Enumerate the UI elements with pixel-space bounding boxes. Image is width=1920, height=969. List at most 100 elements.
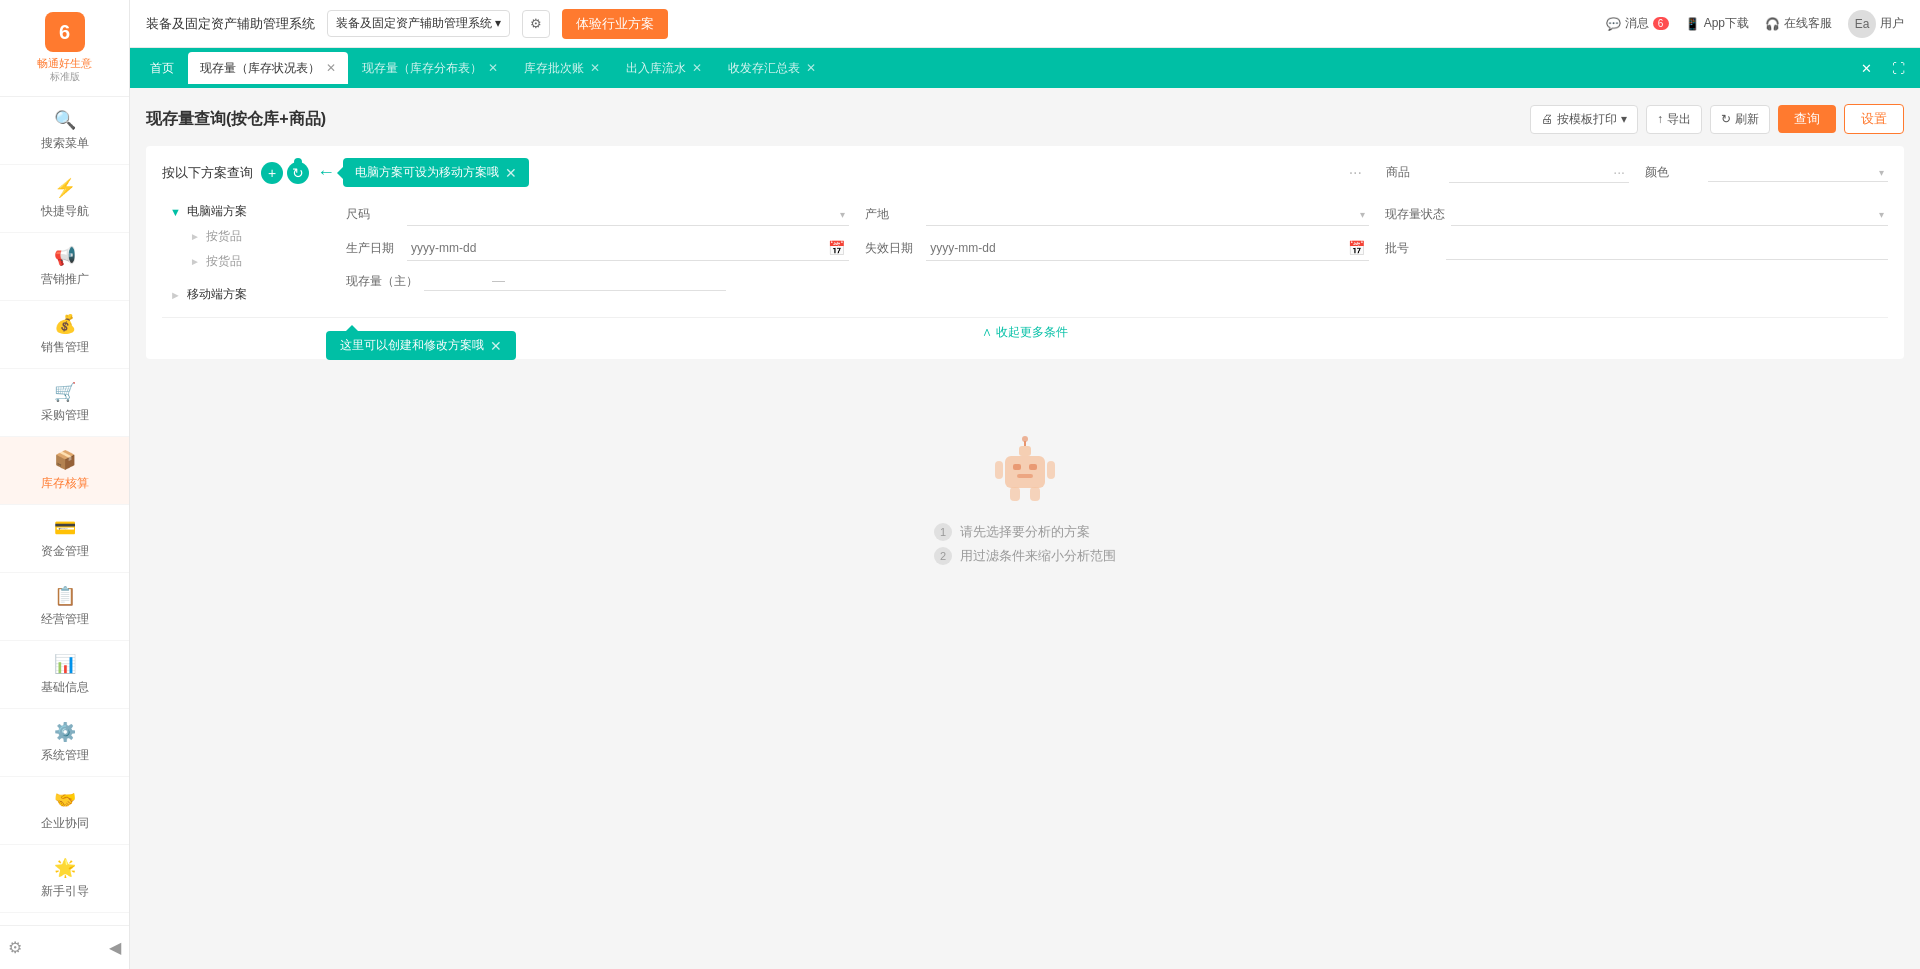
sidebar-item-cooperation[interactable]: 🤝 企业协同: [0, 777, 129, 845]
svg-rect-0: [1005, 456, 1045, 488]
color-input-wrapper: ▾: [1708, 163, 1888, 182]
sidebar-item-system[interactable]: ⚙️ 系统管理: [0, 709, 129, 777]
sidebar-item-sales[interactable]: 💰 销售管理: [0, 301, 129, 369]
dot-indicator: [294, 158, 302, 166]
add-scheme-button[interactable]: +: [261, 162, 283, 184]
tooltip-green-close[interactable]: ✕: [505, 165, 517, 181]
size-arrow-icon: ▾: [840, 209, 845, 220]
logo-icon: 6: [45, 12, 85, 52]
refresh-button[interactable]: ↻ 刷新: [1710, 105, 1770, 134]
tab-bar-right: ✕ ⛶: [1852, 54, 1912, 82]
scheme-desktop[interactable]: ▼ 电脑端方案: [162, 199, 322, 224]
calendar-icon-2[interactable]: 📅: [1348, 240, 1365, 256]
tooltip-green: 电脑方案可设为移动方案哦 ✕: [343, 158, 529, 187]
sidebar-nav: 🔍 搜索菜单 ⚡ 快捷导航 📢 营销推广 💰 销售管理 🛒 采购管理 📦 库存核…: [0, 97, 129, 925]
tab-close-icon[interactable]: ✕: [590, 61, 600, 75]
sidebar-item-label: 新手引导: [41, 883, 89, 900]
sales-icon: 💰: [54, 313, 76, 335]
avatar: Ea: [1848, 10, 1876, 38]
header-right: 💬 消息 6 📱 App下载 🎧 在线客服 Ea 用户: [1606, 10, 1904, 38]
tab-close-icon[interactable]: ✕: [806, 61, 816, 75]
sidebar-item-inventory[interactable]: 📦 库存核算: [0, 437, 129, 505]
origin-input[interactable]: [930, 207, 1359, 221]
collapse-sidebar-icon[interactable]: ◀: [109, 938, 121, 957]
sidebar-item-finance[interactable]: 💳 资金管理: [0, 505, 129, 573]
exp-date-input-wrapper: 📅: [926, 236, 1368, 261]
tab-close-icon[interactable]: ✕: [326, 61, 336, 75]
print-icon: 🖨: [1541, 112, 1553, 126]
tab-close-icon[interactable]: ✕: [488, 61, 498, 75]
app-download-action[interactable]: 📱 App下载: [1685, 15, 1749, 32]
sidebar-item-label: 营销推广: [41, 271, 89, 288]
user-action[interactable]: Ea 用户: [1848, 10, 1904, 38]
sidebar-item-quick[interactable]: ⚡ 快捷导航: [0, 165, 129, 233]
goods-input-wrapper: ···: [1449, 162, 1629, 183]
tab-receipt-summary[interactable]: 收发存汇总表 ✕: [716, 52, 828, 84]
search-label: 按以下方案查询: [162, 164, 253, 182]
online-support-action[interactable]: 🎧 在线客服: [1765, 15, 1832, 32]
goods-input[interactable]: [1453, 165, 1613, 179]
tooltip-teal-close[interactable]: ✕: [490, 338, 502, 354]
system-selector[interactable]: 装备及固定资产辅助管理系统 ▾: [327, 10, 510, 37]
scheme-arrow: ►: [190, 231, 200, 242]
sidebar-item-operations[interactable]: 📋 经营管理: [0, 573, 129, 641]
maximize-button[interactable]: ⛶: [1884, 54, 1912, 82]
scheme-mobile-triangle: ►: [170, 289, 181, 301]
guide-icon: 🌟: [54, 857, 76, 879]
tab-inventory-status[interactable]: 现存量（库存状况表） ✕: [188, 52, 348, 84]
print-template-button[interactable]: 🖨 按模板打印 ▾: [1530, 105, 1638, 134]
settings-icon[interactable]: ⚙: [8, 938, 22, 957]
refresh-scheme-button[interactable]: ↻: [287, 162, 309, 184]
scheme-child-1[interactable]: ► 按货品: [182, 224, 322, 249]
mfg-date-input[interactable]: [411, 241, 828, 255]
tab-in-out-flow[interactable]: 出入库流水 ✕: [614, 52, 714, 84]
sidebar-item-label: 企业协同: [41, 815, 89, 832]
finance-icon: 💳: [54, 517, 76, 539]
experience-button[interactable]: 体验行业方案: [562, 9, 668, 39]
exp-date-input[interactable]: [930, 241, 1347, 255]
stock-status-input[interactable]: [1455, 207, 1879, 221]
stock-qty-min-input[interactable]: [428, 274, 488, 288]
tab-inventory-status-label: 现存量（库存状况表）: [200, 60, 320, 77]
mfg-date-label: 生产日期: [346, 240, 401, 257]
stock-qty-max-input[interactable]: [509, 274, 569, 288]
messages-action[interactable]: 💬 消息 6: [1606, 15, 1669, 32]
system-title: 装备及固定资产辅助管理系统: [146, 15, 315, 33]
settings-button[interactable]: ⚙: [522, 10, 550, 38]
sidebar-item-marketing[interactable]: 📢 营销推广: [0, 233, 129, 301]
headset-icon: 🎧: [1765, 17, 1780, 31]
query-button[interactable]: 查询: [1778, 105, 1836, 133]
origin-input-wrapper: ▾: [926, 203, 1368, 226]
stock-qty-label: 现存量（主）: [346, 273, 418, 290]
close-tab-button[interactable]: ✕: [1852, 54, 1880, 82]
brand-name: 畅通好生意: [37, 56, 92, 70]
sidebar-item-purchase[interactable]: 🛒 采购管理: [0, 369, 129, 437]
sidebar-item-label: 资金管理: [41, 543, 89, 560]
tab-inventory-dist[interactable]: 现存量（库存分布表） ✕: [350, 52, 510, 84]
sidebar-item-guide[interactable]: 🌟 新手引导: [0, 845, 129, 913]
color-arrow-icon[interactable]: ▾: [1879, 167, 1884, 178]
color-label: 颜色: [1645, 164, 1700, 181]
more-options-icon[interactable]: ···: [1349, 164, 1362, 182]
scheme-child-2[interactable]: ► 按货品: [182, 249, 322, 274]
sidebar-item-search[interactable]: 🔍 搜索菜单: [0, 97, 129, 165]
reset-button[interactable]: 设置: [1844, 104, 1904, 134]
sidebar-bottom: ⚙ ◀: [0, 925, 129, 969]
header-left: 装备及固定资产辅助管理系统 装备及固定资产辅助管理系统 ▾ ⚙ 体验行业方案: [146, 9, 668, 39]
mfg-date-input-wrapper: 📅: [407, 236, 849, 261]
filter-fields: 尺码 ▾ 产地 ▾: [346, 199, 1888, 307]
scheme-mobile[interactable]: ► 移动端方案: [162, 282, 322, 307]
tab-home[interactable]: 首页: [138, 52, 186, 84]
calendar-icon[interactable]: 📅: [828, 240, 845, 256]
batch-input[interactable]: [1446, 237, 1888, 260]
tab-inventory-dist-label: 现存量（库存分布表）: [362, 60, 482, 77]
color-input[interactable]: [1712, 165, 1879, 179]
tab-close-icon[interactable]: ✕: [692, 61, 702, 75]
export-button[interactable]: ↑ 导出: [1646, 105, 1702, 134]
tab-batch-ledger[interactable]: 库存批次账 ✕: [512, 52, 612, 84]
size-input[interactable]: [411, 207, 840, 221]
goods-more-icon[interactable]: ···: [1613, 164, 1625, 180]
refresh-icon: ↻: [1721, 112, 1731, 126]
batch-field: 批号: [1385, 236, 1888, 261]
sidebar-item-basic[interactable]: 📊 基础信息: [0, 641, 129, 709]
